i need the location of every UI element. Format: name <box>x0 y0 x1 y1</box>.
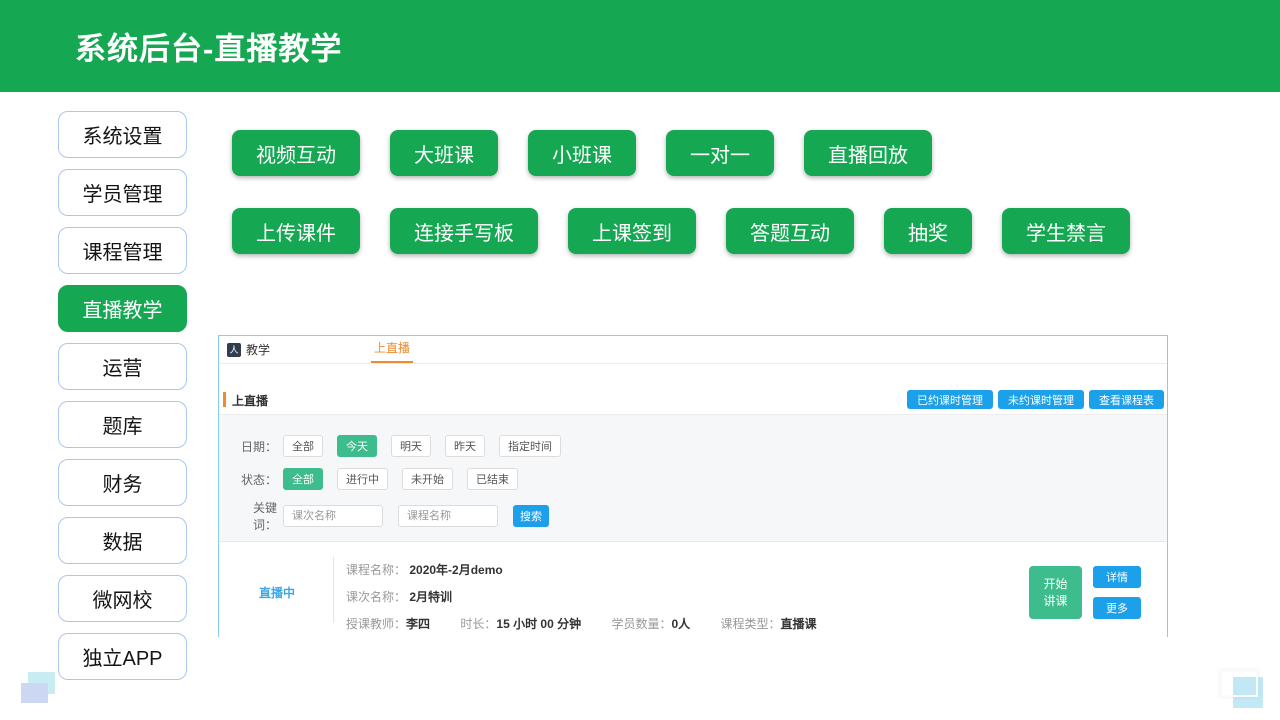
sidebar-item-operations[interactable]: 运营 <box>58 343 187 390</box>
sidebar-item-label: 学员管理 <box>83 178 163 207</box>
feature-button-quiz-interaction[interactable]: 答题互动 <box>726 208 854 254</box>
date-filter-row: 日期： 全部 今天 明天 昨天 指定时间 <box>231 435 575 457</box>
duration-label: 时长： <box>460 617 496 631</box>
unbooked-hours-manage-button[interactable]: 未约课时管理 <box>998 390 1084 409</box>
teacher-label: 授课教师： <box>346 617 406 631</box>
keyword-filter-label: 关键词： <box>231 499 277 533</box>
session-name-label: 课次名称： <box>346 590 406 604</box>
status-option-ongoing[interactable]: 进行中 <box>337 468 388 490</box>
feature-button-upload-courseware[interactable]: 上传课件 <box>232 208 360 254</box>
search-button[interactable]: 搜索 <box>513 505 549 527</box>
sidebar-item-label: 运营 <box>103 352 143 381</box>
date-option-all[interactable]: 全部 <box>283 435 323 457</box>
sidebar-item-system-settings[interactable]: 系统设置 <box>58 111 187 158</box>
duration-value: 15 小时 00 分钟 <box>496 617 581 631</box>
course-name-input[interactable] <box>398 505 498 527</box>
filter-area: 日期： 全部 今天 明天 昨天 指定时间 状态： 全部 进行中 未开始 已结束 … <box>219 415 1167 541</box>
session-name-line: 课次名称： 2月特训 <box>346 588 452 605</box>
course-type-value: 直播课 <box>781 617 817 631</box>
feature-row-1: 视频互动 大班课 小班课 一对一 直播回放 <box>232 130 932 176</box>
teacher-meta: 授课教师：李四 <box>346 617 430 631</box>
feature-button-video-interaction[interactable]: 视频互动 <box>232 130 360 176</box>
date-option-today[interactable]: 今天 <box>337 435 377 457</box>
status-filter-row: 状态： 全部 进行中 未开始 已结束 <box>231 468 532 490</box>
decoration-square-outline-right <box>1220 670 1258 697</box>
feature-row-2: 上传课件 连接手写板 上课签到 答题互动 抽奖 学生禁言 <box>232 208 1130 254</box>
student-count-value: 0人 <box>671 617 690 631</box>
sidebar-item-finance[interactable]: 财务 <box>58 459 187 506</box>
feature-button-one-on-one[interactable]: 一对一 <box>666 130 774 176</box>
sidebar-item-question-bank[interactable]: 题库 <box>58 401 187 448</box>
more-button[interactable]: 更多 <box>1093 597 1141 619</box>
panel-topbar: 人 教学 上直播 <box>219 336 1167 364</box>
start-class-label-line2: 讲课 <box>1043 593 1067 610</box>
page-header: 系统后台-直播教学 <box>0 0 1280 92</box>
sidebar-item-label: 独立APP <box>82 642 162 671</box>
section-actions: 已约课时管理 未约课时管理 查看课程表 <box>907 390 1164 409</box>
student-count-meta: 学员数量：0人 <box>611 617 690 631</box>
status-option-not-started[interactable]: 未开始 <box>402 468 453 490</box>
course-meta-line: 授课教师：李四 时长：15 小时 00 分钟 学员数量：0人 课程类型：直播课 <box>346 615 844 632</box>
date-option-yesterday[interactable]: 昨天 <box>445 435 485 457</box>
course-name-label: 课程名称： <box>346 563 406 577</box>
sidebar-item-course-management[interactable]: 课程管理 <box>58 227 187 274</box>
session-name-input[interactable] <box>283 505 383 527</box>
course-type-meta: 课程类型：直播课 <box>720 617 816 631</box>
course-name-line: 课程名称： 2020年-2月demo <box>346 561 503 578</box>
sidebar-item-micro-school[interactable]: 微网校 <box>58 575 187 622</box>
feature-button-big-class[interactable]: 大班课 <box>390 130 498 176</box>
divider <box>333 557 334 623</box>
course-name-value: 2020年-2月demo <box>409 563 502 577</box>
date-filter-label: 日期： <box>231 438 277 455</box>
app-label: 教学 <box>246 341 270 358</box>
sidebar-item-label: 课程管理 <box>83 236 163 265</box>
teacher-value: 李四 <box>406 617 430 631</box>
start-class-button[interactable]: 开始 讲课 <box>1029 566 1082 619</box>
section-header: 上直播 已约课时管理 未约课时管理 查看课程表 <box>219 389 1167 415</box>
feature-button-student-mute[interactable]: 学生禁言 <box>1002 208 1130 254</box>
decoration-square-lavender-left <box>21 683 48 703</box>
sidebar-item-student-management[interactable]: 学员管理 <box>58 169 187 216</box>
tab-go-live[interactable]: 上直播 <box>371 336 413 363</box>
keyword-filter-row: 关键词： 搜索 <box>231 499 549 533</box>
feature-button-lottery[interactable]: 抽奖 <box>884 208 972 254</box>
date-option-custom[interactable]: 指定时间 <box>499 435 561 457</box>
sidebar-item-label: 微网校 <box>93 584 153 613</box>
status-filter-label: 状态： <box>231 471 277 488</box>
course-list: 直播中 课程名称： 2020年-2月demo 课次名称： 2月特训 授课教师：李… <box>219 541 1167 637</box>
status-option-ended[interactable]: 已结束 <box>467 468 518 490</box>
feature-button-small-class[interactable]: 小班课 <box>528 130 636 176</box>
student-count-label: 学员数量： <box>611 617 671 631</box>
sidebar-item-standalone-app[interactable]: 独立APP <box>58 633 187 680</box>
status-option-all[interactable]: 全部 <box>283 468 323 490</box>
sidebar-item-label: 系统设置 <box>83 120 163 149</box>
course-status-badge: 直播中 <box>259 584 295 601</box>
admin-panel: 人 教学 上直播 上直播 已约课时管理 未约课时管理 查看课程表 日期： 全部 … <box>218 335 1168 637</box>
course-type-label: 课程类型： <box>720 617 780 631</box>
sidebar-item-label: 题库 <box>103 410 143 439</box>
start-class-label-line1: 开始 <box>1043 576 1067 593</box>
session-name-value: 2月特训 <box>409 590 452 604</box>
sidebar: 系统设置 学员管理 课程管理 直播教学 运营 题库 财务 数据 微网校 独立AP… <box>58 111 187 680</box>
sidebar-item-data[interactable]: 数据 <box>58 517 187 564</box>
sidebar-item-live-teaching[interactable]: 直播教学 <box>58 285 187 332</box>
section-accent-bar <box>223 392 226 407</box>
feature-button-live-replay[interactable]: 直播回放 <box>804 130 932 176</box>
feature-button-handwriting-board[interactable]: 连接手写板 <box>390 208 538 254</box>
page-title: 系统后台-直播教学 <box>75 24 342 69</box>
view-timetable-button[interactable]: 查看课程表 <box>1089 390 1164 409</box>
sidebar-item-label: 数据 <box>103 526 143 555</box>
date-option-tomorrow[interactable]: 明天 <box>391 435 431 457</box>
duration-meta: 时长：15 小时 00 分钟 <box>460 617 581 631</box>
sidebar-item-label: 直播教学 <box>83 294 163 323</box>
feature-button-class-signin[interactable]: 上课签到 <box>568 208 696 254</box>
teaching-app-icon: 人 <box>227 343 241 357</box>
section-title: 上直播 <box>232 392 268 409</box>
detail-button[interactable]: 详情 <box>1093 566 1141 588</box>
sidebar-item-label: 财务 <box>103 468 143 497</box>
booked-hours-manage-button[interactable]: 已约课时管理 <box>907 390 993 409</box>
